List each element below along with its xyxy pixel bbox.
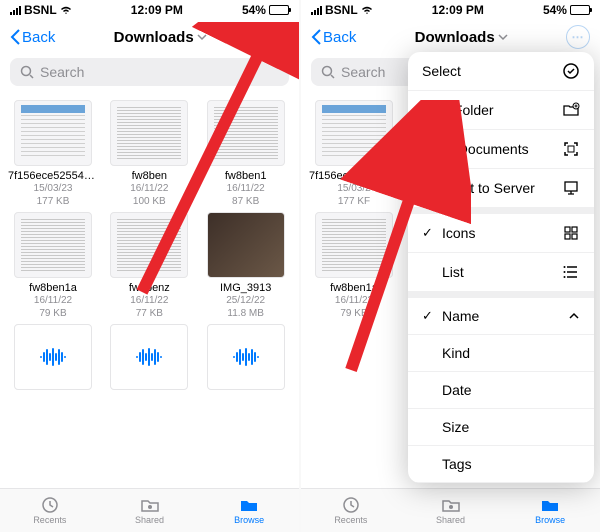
battery-icon [269, 5, 289, 15]
file-item[interactable]: 7f156ece52554a5...739715/03/23177 KB [6, 100, 100, 208]
file-item[interactable]: fw8ben16/11/22100 KB [102, 100, 196, 208]
page-title[interactable]: Downloads [114, 29, 207, 46]
folder-icon [540, 496, 560, 514]
check-icon: ✓ [422, 225, 436, 241]
more-button[interactable]: ⋯ [265, 25, 289, 49]
file-thumbnail [110, 100, 188, 166]
chevron-down-icon [197, 33, 207, 41]
file-item[interactable] [102, 324, 196, 394]
check-icon: ✓ [422, 308, 436, 324]
nav-bar: Back Downloads ⋯ [0, 20, 299, 54]
signal-icon [10, 6, 21, 15]
clock-icon [341, 496, 361, 514]
status-time: 12:09 PM [131, 3, 183, 17]
file-item[interactable]: IMG_391325/12/2211.8 MB [199, 212, 293, 320]
tab-recents[interactable]: Recents [301, 489, 401, 532]
menu-view-list[interactable]: List [408, 253, 594, 292]
more-menu: Select New Folder Scan Documents Connect… [408, 52, 594, 483]
chevron-down-icon [498, 33, 508, 41]
menu-sort-size[interactable]: Size [408, 409, 594, 446]
signal-icon [311, 6, 322, 15]
wifi-icon [60, 5, 72, 15]
nav-bar: Back Downloads ⋯ [301, 20, 600, 54]
scan-icon [562, 140, 580, 158]
page-title[interactable]: Downloads [415, 29, 508, 46]
file-item[interactable]: fw8benz16/11/2277 KB [102, 212, 196, 320]
file-thumbnail [110, 212, 188, 278]
clock-icon [40, 496, 60, 514]
search-icon [321, 65, 335, 79]
menu-view-icons[interactable]: ✓Icons [408, 208, 594, 253]
file-item[interactable] [199, 324, 293, 394]
file-thumbnail [207, 324, 285, 390]
wifi-icon [361, 5, 373, 15]
menu-new-folder[interactable]: New Folder [408, 91, 594, 130]
status-bar: BSNL 12:09 PM 54% [301, 0, 600, 20]
tab-shared[interactable]: Shared [401, 489, 501, 532]
more-button[interactable]: ⋯ [566, 25, 590, 49]
battery-pct: 54% [543, 3, 567, 17]
file-item[interactable] [6, 324, 100, 394]
file-thumbnail [14, 212, 92, 278]
file-item[interactable]: fw8ben1a16/11/2279 KB [307, 212, 401, 320]
file-item[interactable]: 7f156ece52554a5...739715/03/2177 KF [307, 100, 401, 208]
tab-recents[interactable]: Recents [0, 489, 100, 532]
back-label: Back [323, 29, 356, 46]
grid-icon [562, 224, 580, 242]
back-button[interactable]: Back [10, 29, 55, 46]
search-placeholder: Search [40, 64, 84, 80]
server-icon [562, 179, 580, 197]
select-icon [562, 62, 580, 80]
back-label: Back [22, 29, 55, 46]
status-bar: BSNL 12:09 PM 54% [0, 0, 299, 20]
search-placeholder: Search [341, 64, 385, 80]
chevron-left-icon [10, 29, 20, 45]
carrier-label: BSNL [24, 3, 57, 17]
file-thumbnail [207, 212, 285, 278]
menu-scan-documents[interactable]: Scan Documents [408, 130, 594, 169]
screen-right: BSNL 12:09 PM 54% Back Downloads ⋯ Searc… [301, 0, 600, 532]
back-button[interactable]: Back [311, 29, 356, 46]
screen-left: BSNL 12:09 PM 54% Back Downloads ⋯ Searc… [0, 0, 299, 532]
tab-shared[interactable]: Shared [100, 489, 200, 532]
menu-sort-tags[interactable]: Tags [408, 446, 594, 483]
search-icon [20, 65, 34, 79]
file-thumbnail [315, 212, 393, 278]
file-item[interactable]: fw8ben116/11/2287 KB [199, 100, 293, 208]
menu-sort-kind[interactable]: Kind [408, 335, 594, 372]
file-thumbnail [14, 324, 92, 390]
tab-browse[interactable]: Browse [500, 489, 600, 532]
carrier-label: BSNL [325, 3, 358, 17]
shared-folder-icon [140, 496, 160, 514]
shared-folder-icon [441, 496, 461, 514]
battery-pct: 54% [242, 3, 266, 17]
folder-icon [239, 496, 259, 514]
menu-sort-date[interactable]: Date [408, 372, 594, 409]
file-grid: 7f156ece52554a5...739715/03/23177 KB fw8… [0, 90, 299, 488]
tab-bar: Recents Shared Browse [301, 488, 600, 532]
file-thumbnail [207, 100, 285, 166]
file-thumbnail [315, 100, 393, 166]
menu-connect-server[interactable]: Connect to Server [408, 169, 594, 208]
tab-browse[interactable]: Browse [199, 489, 299, 532]
status-time: 12:09 PM [432, 3, 484, 17]
file-thumbnail [14, 100, 92, 166]
file-item[interactable]: fw8ben1a16/11/2279 KB [6, 212, 100, 320]
file-thumbnail [110, 324, 188, 390]
new-folder-icon [562, 101, 580, 119]
battery-icon [570, 5, 590, 15]
menu-sort-name[interactable]: ✓Name [408, 292, 594, 335]
search-input[interactable]: Search [10, 58, 289, 86]
chevron-left-icon [311, 29, 321, 45]
tab-bar: Recents Shared Browse [0, 488, 299, 532]
menu-select[interactable]: Select [408, 52, 594, 91]
list-icon [562, 263, 580, 281]
chevron-up-icon [568, 310, 580, 322]
